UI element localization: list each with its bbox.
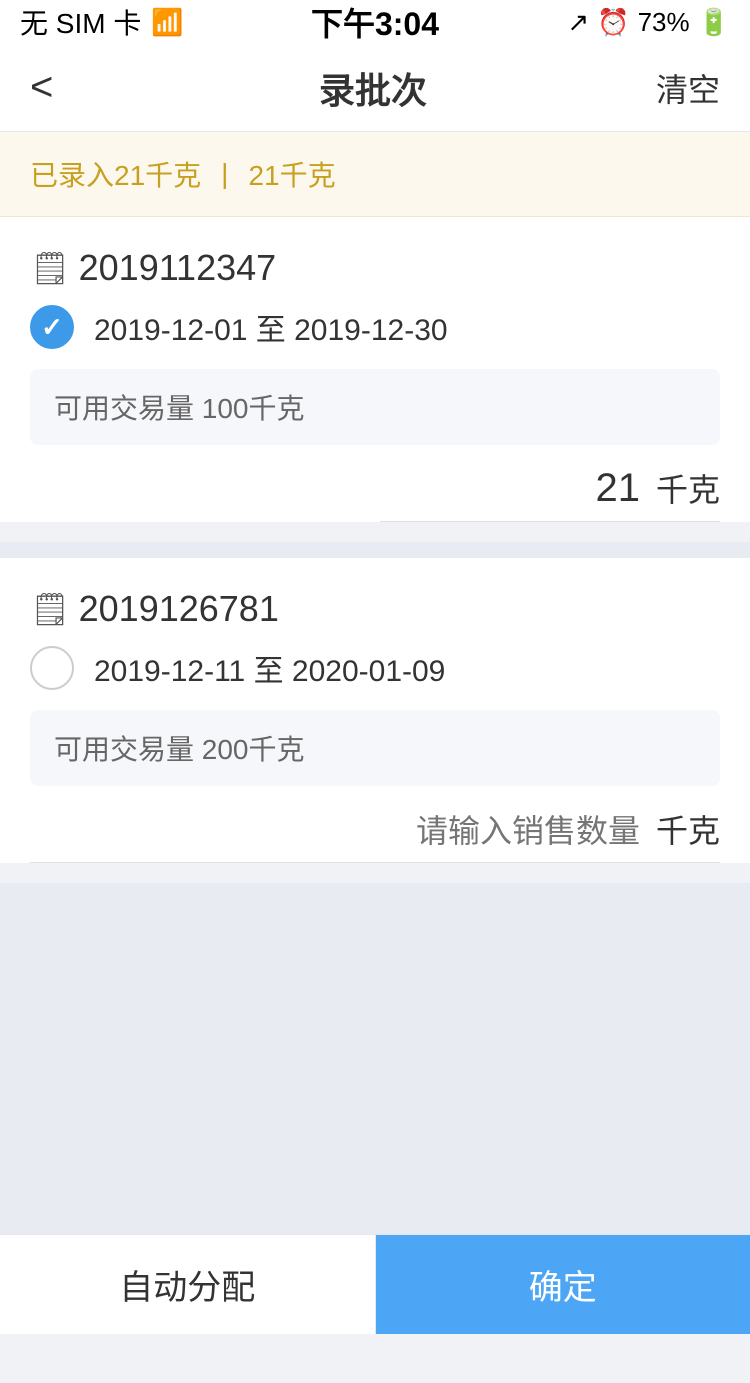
bottom-spacer (0, 883, 750, 1283)
batch-header-2: 🗒 2019126781 (30, 588, 720, 630)
status-bar: 无 SIM 卡 📶 下午3:04 ↗ ⏰ 73% 🔋 (0, 0, 750, 44)
amount-underline-1 (380, 521, 720, 522)
page-title: 录批次 (319, 62, 427, 114)
amount-value-1: 21 (595, 466, 640, 511)
status-right: ↗ ⏰ 73% 🔋 (567, 7, 730, 38)
nav-bar: < 录批次 清空 (0, 44, 750, 132)
back-button[interactable]: < (30, 65, 90, 110)
location-icon: ↗ (567, 7, 589, 38)
carrier-text: 无 SIM 卡 (20, 2, 141, 42)
batch-availability-2: 可用交易量 200千克 (30, 710, 720, 786)
batch-radio-2[interactable] (30, 646, 74, 690)
batch-card-2: 🗒 2019126781 2019-12-11 至 2020-01-09 可用交… (0, 558, 750, 863)
amount-unit-1: 千克 (656, 465, 720, 511)
bottom-bar: 自动分配 确定 (0, 1234, 750, 1334)
alarm-icon: ⏰ (597, 7, 629, 38)
batch-doc-icon-2: 🗒 (30, 590, 71, 628)
wifi-icon: 📶 (151, 7, 183, 38)
confirm-button[interactable]: 确定 (376, 1235, 750, 1334)
batch-header-1: 🗒 2019112347 (30, 247, 720, 289)
recorded-value: 21千克 (248, 154, 335, 194)
batch-number-2: 2019126781 (79, 588, 279, 630)
recorded-label: 已录入21千克 (30, 154, 201, 194)
batch-item-1: 🗒 2019112347 ✓ 2019-12-01 至 2019-12-30 可… (0, 217, 750, 445)
sales-quantity-input[interactable] (30, 813, 640, 850)
batch-availability-1: 可用交易量 100千克 (30, 369, 720, 445)
batch-radio-1[interactable]: ✓ (30, 305, 74, 349)
status-left: 无 SIM 卡 📶 (20, 2, 184, 42)
battery-icon: 🔋 (698, 7, 730, 38)
batch-card-1: 🗒 2019112347 ✓ 2019-12-01 至 2019-12-30 可… (0, 217, 750, 522)
batch-date-row-1: ✓ 2019-12-01 至 2019-12-30 (30, 305, 720, 349)
main-content: 已录入21千克 | 21千克 🗒 2019112347 ✓ 2019-12-01… (0, 132, 750, 1383)
info-banner: 已录入21千克 | 21千克 (0, 132, 750, 217)
amount-row-1: 21 千克 (0, 445, 750, 521)
batch-doc-icon-1: 🗒 (30, 249, 71, 287)
input-unit-2: 千克 (656, 806, 720, 852)
banner-divider: | (221, 158, 228, 190)
section-divider (0, 542, 750, 558)
batch-date-row-2: 2019-12-11 至 2020-01-09 (30, 646, 720, 690)
clear-button[interactable]: 清空 (656, 65, 720, 111)
check-icon-1: ✓ (41, 312, 63, 343)
battery-text: 73% (638, 7, 690, 38)
batch-number-1: 2019112347 (79, 247, 277, 289)
batch-item-2: 🗒 2019126781 2019-12-11 至 2020-01-09 可用交… (0, 558, 750, 786)
input-row-2: 千克 (0, 786, 750, 862)
status-time: 下午3:04 (311, 0, 439, 45)
auto-distribute-button[interactable]: 自动分配 (0, 1235, 376, 1334)
batch-date-1: 2019-12-01 至 2019-12-30 (94, 305, 448, 349)
batch-date-2: 2019-12-11 至 2020-01-09 (94, 646, 445, 690)
input-underline-2 (30, 862, 720, 863)
